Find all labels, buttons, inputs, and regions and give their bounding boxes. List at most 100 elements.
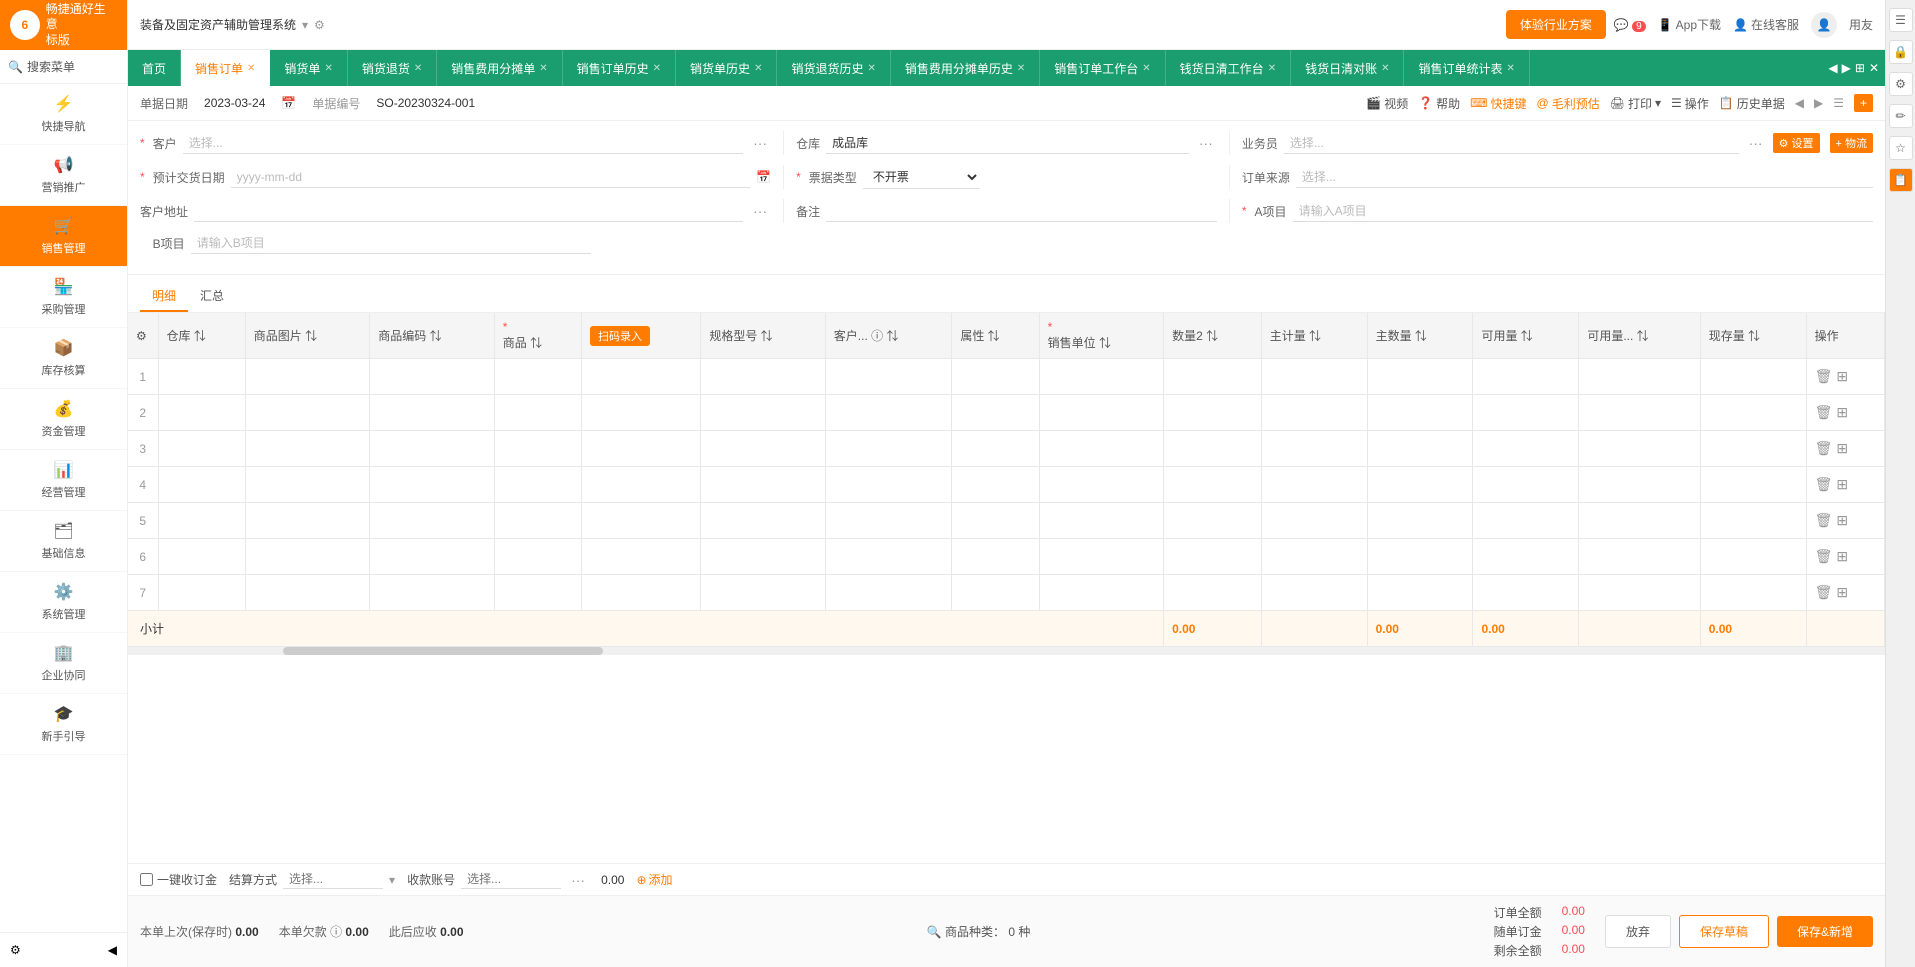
tab-close-sales-fee-split[interactable]: ✕: [539, 63, 547, 74]
prev-record-icon[interactable]: ◀: [1795, 96, 1804, 110]
invoice-select[interactable]: 不开票 增值税专用发票 普通发票: [863, 166, 980, 189]
sidebar-item-ops[interactable]: 📊 经营管理: [0, 450, 127, 511]
customer-input[interactable]: [183, 133, 743, 154]
tab-close-sales-order[interactable]: ✕: [247, 63, 255, 74]
delivery-input[interactable]: [231, 167, 750, 188]
tab-sales-return[interactable]: 销货退货 ✕: [348, 50, 437, 86]
online-service-link[interactable]: 👤 在线客服: [1733, 16, 1799, 33]
rp-btn-4[interactable]: ✏: [1889, 104, 1913, 128]
tab-close-cash-workbench[interactable]: ✕: [1268, 63, 1276, 74]
tab-sales-order[interactable]: 销售订单 ✕: [181, 50, 270, 86]
delivery-calendar-icon[interactable]: 📅: [756, 170, 771, 184]
sidebar-item-quick-nav[interactable]: ⚡ 快捷导航: [0, 84, 127, 145]
next-record-icon[interactable]: ▶: [1814, 96, 1823, 110]
sidebar-item-base[interactable]: 🗂 基础信息: [0, 511, 127, 572]
row-copy-btn[interactable]: ⊞: [1836, 476, 1848, 493]
sidebar-collapse-icon[interactable]: ◀: [108, 943, 117, 957]
row-delete-btn[interactable]: 🗑: [1815, 404, 1833, 421]
table-scrollbar[interactable]: [128, 647, 1885, 655]
preview-action[interactable]: 🎬 视频: [1366, 95, 1408, 112]
print-action[interactable]: 🖨 打印 ▾: [1610, 95, 1661, 112]
save-new-button[interactable]: 保存&新增: [1777, 916, 1873, 947]
sidebar-settings-icon[interactable]: ⚙: [10, 943, 21, 957]
rp-btn-5[interactable]: ☆: [1889, 136, 1913, 160]
tab-cash-reconcile[interactable]: 钱货日清对账 ✕: [1291, 50, 1404, 86]
warehouse-ellipsis-btn[interactable]: ···: [1195, 135, 1217, 151]
address-input[interactable]: [194, 201, 743, 222]
tab-close-sales-order-history[interactable]: ✕: [653, 63, 661, 74]
industry-solution-button[interactable]: 体验行业方案: [1506, 10, 1606, 39]
tab-sales-return-history[interactable]: 销货退货历史 ✕: [777, 50, 890, 86]
row-delete-btn[interactable]: 🗑: [1815, 512, 1833, 529]
scan-button[interactable]: 扫码录入: [590, 326, 650, 346]
warehouse-input[interactable]: [826, 133, 1189, 154]
payment-method-input[interactable]: [283, 870, 383, 889]
tab-close-all-icon[interactable]: ✕: [1869, 61, 1879, 75]
row-copy-btn[interactable]: ⊞: [1836, 584, 1848, 601]
one-click-settle-checkbox[interactable]: [140, 873, 153, 886]
rp-btn-6[interactable]: 📋: [1889, 168, 1913, 192]
tab-close-sales-bill-history[interactable]: ✕: [754, 63, 762, 74]
one-click-settle-label[interactable]: 一键收订金: [140, 871, 217, 888]
tab-close-sales-bill[interactable]: ✕: [324, 63, 332, 74]
project-a-input[interactable]: [1293, 201, 1873, 222]
tab-close-cash-reconcile[interactable]: ✕: [1381, 63, 1389, 74]
history-action[interactable]: 📋 历史单据: [1719, 95, 1785, 112]
row-delete-btn[interactable]: 🗑: [1815, 584, 1833, 601]
tab-close-fee-split-history[interactable]: ✕: [1017, 63, 1025, 74]
message-icon[interactable]: 💬 9: [1614, 18, 1646, 32]
operations-action[interactable]: ☰ 操作: [1671, 95, 1709, 112]
rp-btn-3[interactable]: ⚙: [1889, 72, 1913, 96]
calendar-icon[interactable]: 📅: [281, 96, 296, 110]
tab-detail[interactable]: 明细: [140, 281, 188, 312]
chevron-down-icon[interactable]: ▾: [302, 18, 308, 32]
shortcut-action[interactable]: ⌨ 快捷键: [1470, 95, 1526, 112]
save-draft-button[interactable]: 保存草稿: [1679, 915, 1769, 948]
tab-cash-workbench[interactable]: 钱货日清工作台 ✕: [1166, 50, 1291, 86]
sidebar-item-finance[interactable]: 💰 资金管理: [0, 389, 127, 450]
discard-button[interactable]: 放弃: [1605, 915, 1671, 948]
row-copy-btn[interactable]: ⊞: [1836, 548, 1848, 565]
rp-btn-1[interactable]: ☰: [1889, 8, 1913, 32]
customer-ellipsis-btn[interactable]: ···: [749, 135, 771, 151]
tab-close-sales-return-history[interactable]: ✕: [867, 63, 875, 74]
sidebar-item-corp[interactable]: 🏢 企业协同: [0, 633, 127, 694]
sidebar-item-sales[interactable]: 🛒 销售管理: [0, 206, 127, 267]
staff-input[interactable]: [1284, 133, 1739, 154]
tab-sales-bill[interactable]: 销货单 ✕: [270, 50, 347, 86]
tab-sales-workbench[interactable]: 销售订单工作台 ✕: [1040, 50, 1165, 86]
account-input[interactable]: [461, 870, 561, 889]
order-source-input[interactable]: [1296, 167, 1873, 188]
settings-icon[interactable]: ⚙: [314, 18, 325, 32]
tab-next-icon[interactable]: ▶: [1842, 61, 1851, 75]
profit-action[interactable]: @ 毛利预估: [1537, 95, 1600, 112]
rp-btn-2[interactable]: 🔒: [1889, 40, 1913, 64]
scrollbar-thumb[interactable]: [283, 647, 603, 655]
tab-sales-bill-history[interactable]: 销货单历史 ✕: [676, 50, 777, 86]
col-settings[interactable]: ⚙: [128, 313, 158, 359]
payment-dropdown-icon[interactable]: ▾: [389, 873, 395, 887]
sidebar-item-system[interactable]: ⚙️ 系统管理: [0, 572, 127, 633]
staff-ellipsis-btn[interactable]: ···: [1745, 135, 1767, 151]
project-b-input[interactable]: [191, 233, 591, 254]
tab-sales-fee-split[interactable]: 销售费用分摊单 ✕: [437, 50, 562, 86]
search-menu-item[interactable]: 🔍 搜索菜单: [0, 50, 127, 84]
tab-close-sales-return[interactable]: ✕: [414, 63, 422, 74]
row-copy-btn[interactable]: ⊞: [1836, 368, 1848, 385]
add-button[interactable]: ⊕ 添加: [636, 871, 672, 888]
sidebar-item-guide[interactable]: 🎓 新手引导: [0, 694, 127, 755]
row-copy-btn[interactable]: ⊞: [1836, 512, 1848, 529]
row-copy-btn[interactable]: ⊞: [1836, 404, 1848, 421]
tab-sales-stat[interactable]: 销售订单统计表 ✕: [1404, 50, 1529, 86]
tab-close-sales-workbench[interactable]: ✕: [1142, 63, 1150, 74]
tab-maximize-icon[interactable]: ⊞: [1855, 61, 1865, 75]
tab-home[interactable]: 首页: [128, 50, 181, 86]
new-record-icon[interactable]: +: [1854, 94, 1873, 112]
help-action[interactable]: ❓ 帮助: [1418, 95, 1460, 112]
tab-summary[interactable]: 汇总: [188, 281, 236, 312]
list-view-icon[interactable]: ☰: [1833, 96, 1844, 110]
row-copy-btn[interactable]: ⊞: [1836, 440, 1848, 457]
sidebar-item-marketing[interactable]: 📢 营销推广: [0, 145, 127, 206]
note-input[interactable]: [826, 201, 1217, 222]
account-ellipsis-btn[interactable]: ···: [567, 872, 589, 888]
